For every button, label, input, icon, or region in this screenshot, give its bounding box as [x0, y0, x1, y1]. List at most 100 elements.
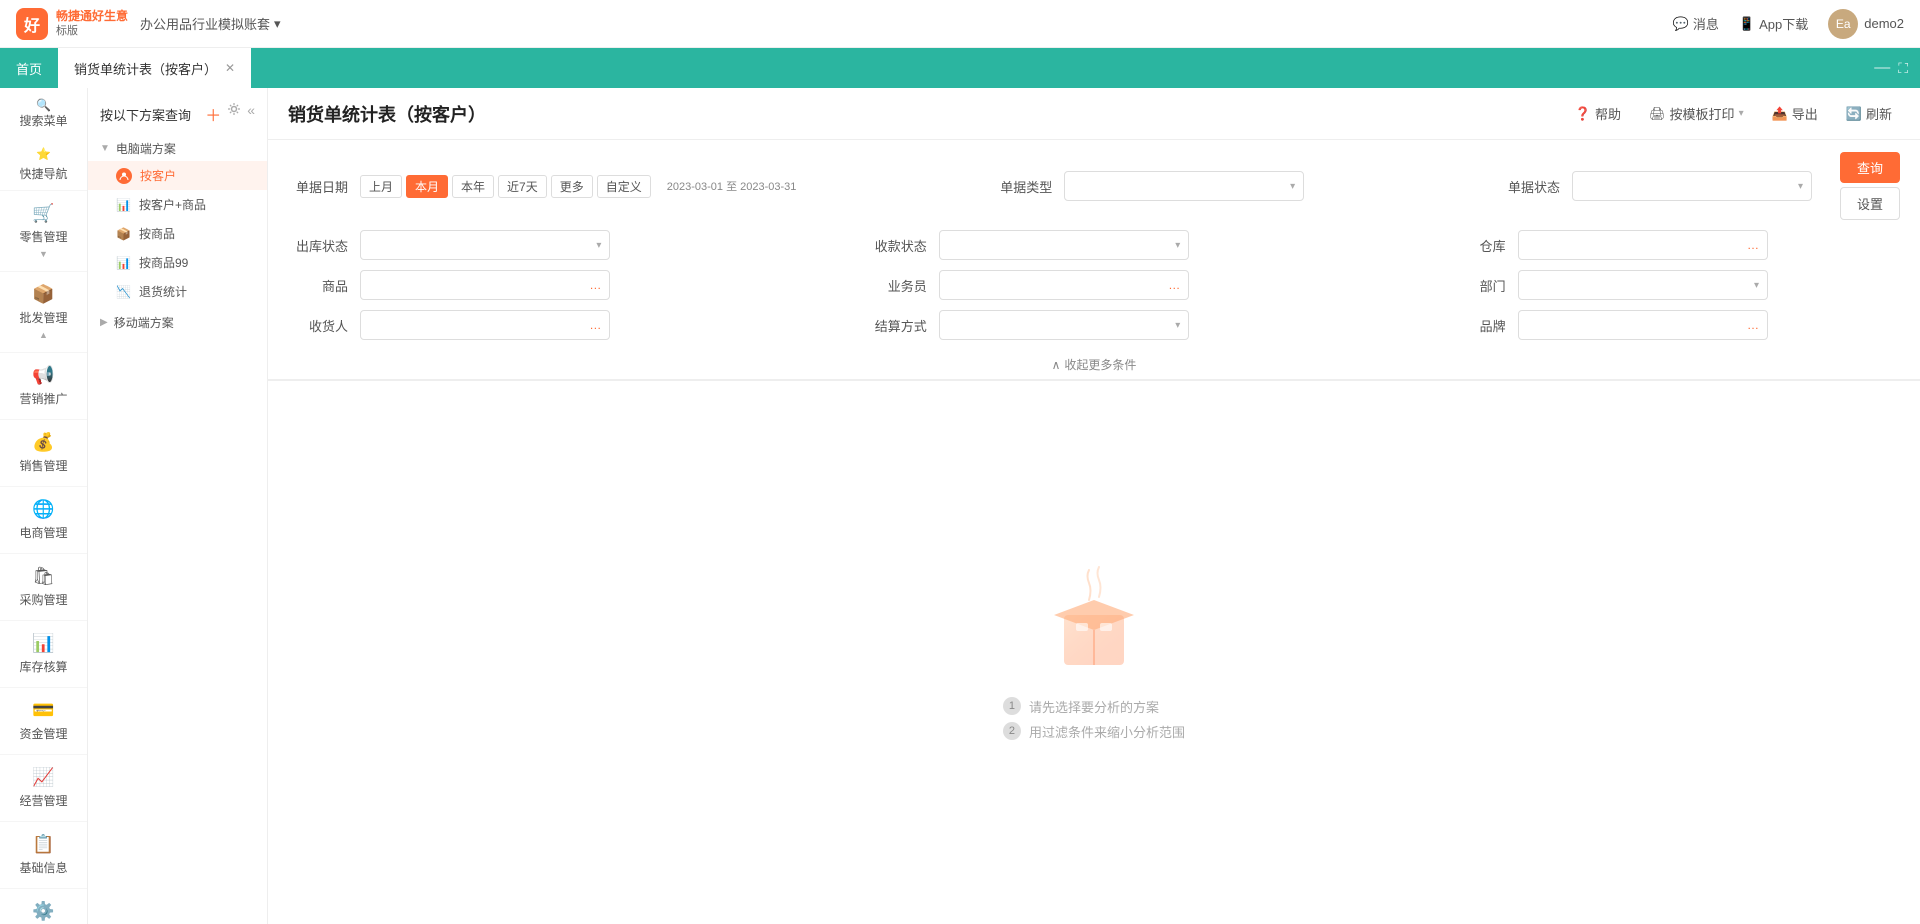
status-dropdown-icon: ▾ — [1798, 181, 1803, 192]
logo-text: 畅捷通好生意 标版 — [56, 9, 128, 39]
receiver-label: 收货人 — [288, 316, 348, 335]
collapse-up-icon: ∧ — [1052, 358, 1061, 372]
export-icon: 📤 — [1772, 106, 1788, 122]
hint-num-1: 1 — [1003, 697, 1021, 715]
receive-status-input[interactable]: ▾ — [939, 230, 1189, 260]
tab-sales-stats[interactable]: 销货单统计表（按客户） ✕ — [58, 48, 251, 88]
avatar: Ea — [1828, 9, 1858, 39]
mobile-group-arrow-icon: ▶ — [100, 317, 108, 328]
settings-button[interactable]: 设置 — [1840, 187, 1900, 220]
sidebar-item-system[interactable]: ⚙️ 系统管理 — [0, 889, 87, 924]
filter-area: 单据日期 上月 本月 本年 近7天 更多 自定义 2023-03-01 至 20… — [268, 140, 1920, 381]
brand-input[interactable]: … — [1518, 310, 1768, 340]
receiver-dots-icon[interactable]: … — [589, 318, 601, 332]
type-input[interactable]: ▾ — [1064, 171, 1304, 201]
scheme-group-desktop-title[interactable]: ▼ 电脑端方案 — [88, 136, 267, 161]
warehouse-dots-icon[interactable]: … — [1747, 238, 1759, 252]
sidebar-item-retail[interactable]: 🛒 零售管理 ▼ — [0, 191, 87, 272]
filter-row-2: 出库状态 ▾ 收款状态 ▾ 仓库 … — [288, 230, 1900, 260]
maximize-icon[interactable]: ⛶ — [1898, 60, 1908, 77]
date-more-button[interactable]: 更多 — [551, 175, 593, 198]
help-button[interactable]: ❓ 帮助 — [1567, 100, 1629, 127]
date-this-month-button[interactable]: 本月 — [406, 175, 448, 198]
scheme-item-return-stats[interactable]: 📉 退货统计 — [88, 277, 267, 306]
tab-close-icon[interactable]: ✕ — [225, 61, 235, 75]
brand-dots-icon[interactable]: … — [1747, 318, 1759, 332]
type-label: 单据类型 — [992, 177, 1052, 196]
app-download-label: App下载 — [1759, 14, 1808, 33]
scheme-group-mobile: ▶ 移动端方案 — [88, 310, 267, 335]
sidebar-item-operations[interactable]: 📈 经营管理 — [0, 755, 87, 822]
tab-home-label: 首页 — [16, 59, 42, 78]
sidebar-item-purchase[interactable]: 🛍 采购管理 — [0, 554, 87, 621]
by-customer-label: 按客户 — [140, 167, 176, 184]
tab-home[interactable]: 首页 — [0, 48, 58, 88]
scheme-title: 按以下方案查询 — [100, 105, 191, 124]
date-last-month-button[interactable]: 上月 — [360, 175, 402, 198]
content-area: 按以下方案查询 ＋ « ▼ 电脑端方案 — [88, 88, 1920, 924]
filter-row-4: 收货人 … 结算方式 ▾ 品牌 … — [288, 310, 1900, 340]
export-button[interactable]: 📤 导出 — [1764, 100, 1826, 127]
logo-line1: 畅捷通好生意 — [56, 9, 128, 25]
scheme-item-by-product-99[interactable]: 📊 按商品99 — [88, 248, 267, 277]
message-button[interactable]: 💬 消息 — [1673, 14, 1719, 33]
scheme-settings-button[interactable] — [227, 102, 241, 126]
user-menu[interactable]: Ea demo2 — [1828, 9, 1904, 39]
filter-row-3: 商品 … 业务员 … 部门 ▾ — [288, 270, 1900, 300]
collapse-bar[interactable]: ∧ 收起更多条件 — [268, 350, 1920, 380]
empty-hints: 1 请先选择要分析的方案 2 用过滤条件来缩小分析范围 — [1003, 697, 1185, 741]
product-input[interactable]: … — [360, 270, 610, 300]
scheme-item-by-customer-product[interactable]: 📊 按客户+商品 — [88, 190, 267, 219]
sidebar-item-sales[interactable]: 💰 销售管理 — [0, 420, 87, 487]
scheme-item-by-product[interactable]: 📦 按商品 — [88, 219, 267, 248]
scheme-add-button[interactable]: ＋ — [205, 102, 221, 126]
department-input[interactable]: ▾ — [1518, 270, 1768, 300]
query-button[interactable]: 查询 — [1840, 152, 1900, 183]
sidebar-quick-nav[interactable]: ⭐ 快捷导航 — [0, 139, 87, 191]
sidebar-item-marketing[interactable]: 📢 营销推广 — [0, 353, 87, 420]
retail-label: 零售管理 — [19, 228, 67, 245]
print-button[interactable]: 🖨 按模板打印 ▾ — [1641, 100, 1752, 127]
nav-icon: ⭐ — [36, 147, 51, 161]
page-title: 销货单统计表（按客户） — [288, 101, 486, 127]
logo-line2: 标版 — [56, 24, 128, 38]
sidebar-item-inventory[interactable]: 📊 库存核算 — [0, 621, 87, 688]
date-this-year-button[interactable]: 本年 — [452, 175, 494, 198]
payment-dropdown-icon: ▾ — [1175, 320, 1180, 331]
payment-input[interactable]: ▾ — [939, 310, 1189, 340]
purchase-icon: 🛍 — [32, 566, 55, 587]
mobile-group-label: 移动端方案 — [114, 314, 174, 331]
operations-label: 经营管理 — [19, 792, 67, 809]
tab-sales-stats-label: 销货单统计表（按客户） — [74, 59, 217, 78]
refresh-icon: 🔄 — [1846, 106, 1862, 122]
department-dropdown-icon: ▾ — [1754, 280, 1759, 291]
minimize-icon[interactable]: — — [1874, 59, 1890, 77]
salesperson-input[interactable]: … — [939, 270, 1189, 300]
out-status-input[interactable]: ▾ — [360, 230, 610, 260]
warehouse-label: 仓库 — [1446, 236, 1506, 255]
search-icon: 🔍 — [8, 98, 79, 112]
sidebar-item-ecommerce[interactable]: 🌐 电商管理 — [0, 487, 87, 554]
sidebar-item-basic[interactable]: 📋 基础信息 — [0, 822, 87, 889]
date-last7-button[interactable]: 近7天 — [498, 175, 547, 198]
scheme-collapse-button[interactable]: « — [247, 102, 255, 126]
status-label: 单据状态 — [1500, 177, 1560, 196]
salesperson-dots-icon[interactable]: … — [1168, 278, 1180, 292]
scheme-group-mobile-title[interactable]: ▶ 移动端方案 — [88, 310, 267, 335]
sidebar-item-wholesale[interactable]: 📦 批发管理 ▲ — [0, 272, 87, 353]
receiver-input[interactable]: … — [360, 310, 610, 340]
window-controls: — ⛶ — [1862, 59, 1920, 77]
sidebar-item-finance[interactable]: 💳 资金管理 — [0, 688, 87, 755]
app-download-button[interactable]: 📱 App下载 — [1739, 14, 1808, 33]
scheme-group-desktop: ▼ 电脑端方案 按客户 📊 按客户+商品 📦 按商品 — [88, 136, 267, 306]
product-dots-icon[interactable]: … — [589, 278, 601, 292]
scheme-item-by-customer[interactable]: 按客户 — [88, 161, 267, 190]
ecommerce-label: 电商管理 — [19, 524, 67, 541]
date-custom-button[interactable]: 自定义 — [597, 175, 651, 198]
warehouse-input[interactable]: … — [1518, 230, 1768, 260]
retail-arrow-icon: ▼ — [39, 249, 48, 259]
industry-selector[interactable]: 办公用品行业模拟账套 ▾ — [140, 14, 281, 33]
status-input[interactable]: ▾ — [1572, 171, 1812, 201]
refresh-button[interactable]: 🔄 刷新 — [1838, 100, 1900, 127]
sidebar-search[interactable]: 🔍 搜索菜单 — [0, 88, 87, 139]
